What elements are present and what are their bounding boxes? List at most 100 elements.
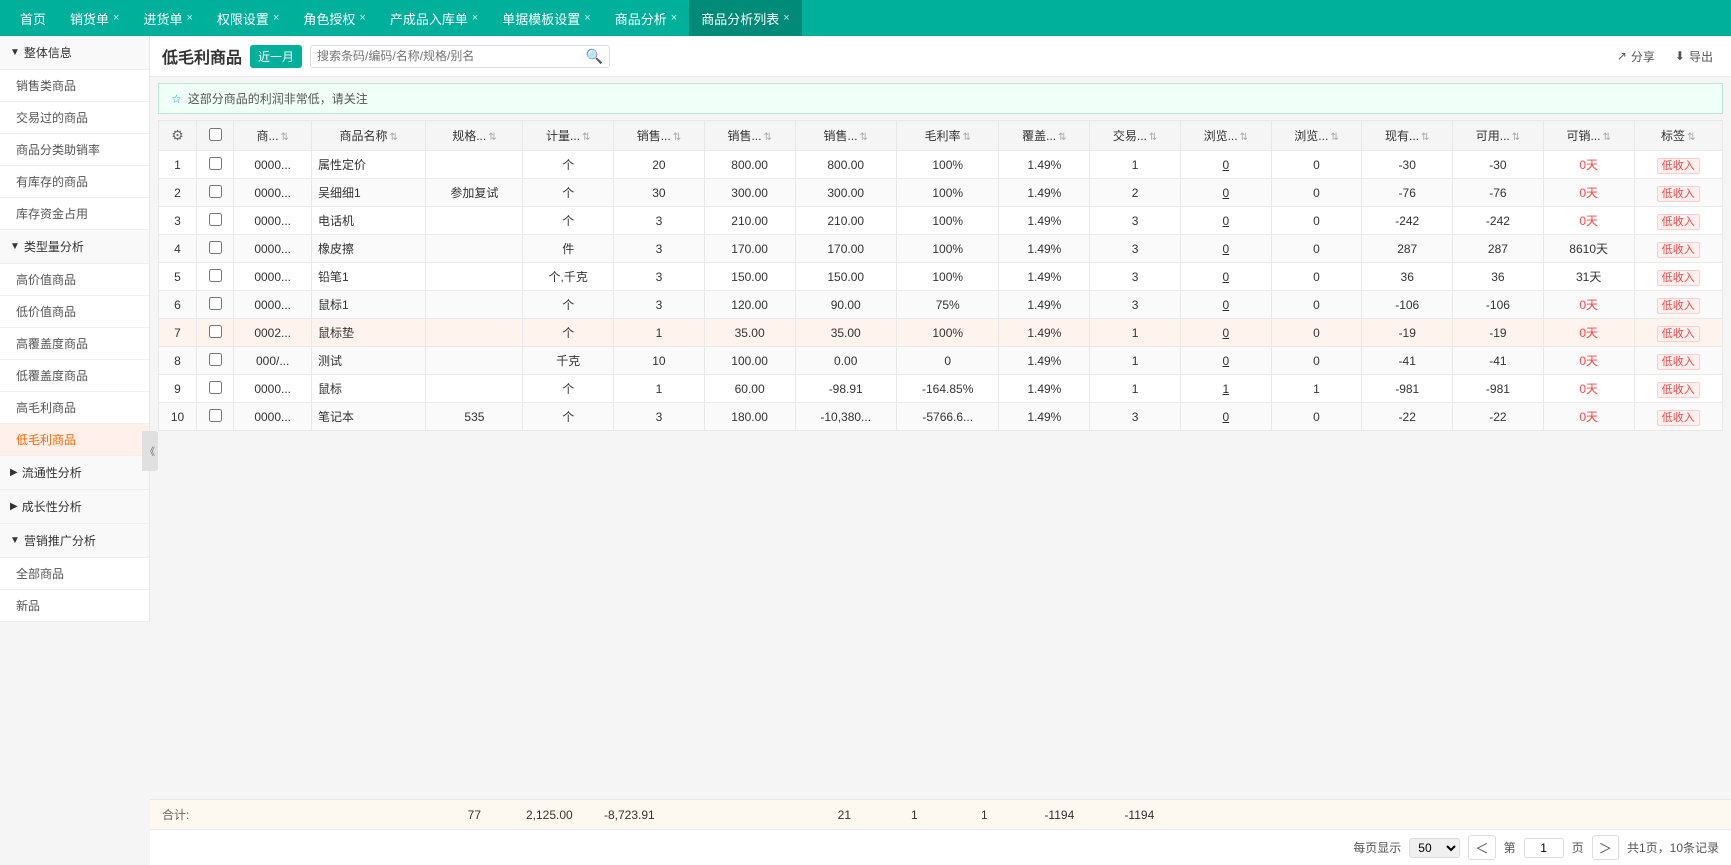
time-filter-button[interactable]: 近一月 (250, 45, 302, 68)
col-current[interactable]: 现有...⇅ (1362, 121, 1453, 151)
sidebar-group-flow[interactable]: ▶ 流通性分析 (0, 456, 149, 490)
cell-checkbox[interactable] (196, 235, 233, 263)
cell-trade: 1 (1090, 375, 1181, 403)
nav-analysis-list[interactable]: 商品分析列表 × (689, 0, 801, 36)
cell-checkbox[interactable] (196, 375, 233, 403)
col-trade[interactable]: 交易...⇅ (1090, 121, 1181, 151)
cell-checkbox[interactable] (196, 151, 233, 179)
row-checkbox[interactable] (209, 353, 222, 366)
col-spec[interactable]: 规格...⇅ (426, 121, 523, 151)
sidebar-group-marketing[interactable]: ▼ 营销推广分析 (0, 524, 149, 558)
search-icon[interactable]: 🔍 (586, 48, 603, 65)
cell-saleable: 8610天 (1543, 235, 1634, 263)
cell-sales-price: 170.00 (704, 235, 795, 263)
cell-browse1[interactable]: 0 (1180, 347, 1271, 375)
col-name[interactable]: 商品名称⇅ (311, 121, 426, 151)
cell-name: 吴细细1 (311, 179, 426, 207)
row-checkbox[interactable] (209, 325, 222, 338)
cell-browse1[interactable]: 0 (1180, 263, 1271, 291)
cell-browse1[interactable]: 0 (1180, 403, 1271, 431)
prev-page-button[interactable]: ＜ (1468, 835, 1495, 860)
col-checkbox[interactable] (196, 121, 233, 151)
cell-checkbox[interactable] (196, 403, 233, 431)
chevron-down-icon2: ▼ (10, 241, 20, 252)
nav-permissions[interactable]: 权限设置 × (205, 0, 291, 36)
select-all-checkbox[interactable] (209, 128, 222, 141)
nav-roles[interactable]: 角色授权 × (291, 0, 377, 36)
page-number-input[interactable] (1524, 838, 1564, 858)
row-checkbox[interactable] (209, 213, 222, 226)
sidebar-group-growth[interactable]: ▶ 成长性分析 (0, 490, 149, 524)
row-checkbox[interactable] (209, 185, 222, 198)
col-unit[interactable]: 计量...⇅ (523, 121, 614, 151)
nav-close-icon4[interactable]: × (359, 12, 365, 24)
sidebar-group-type[interactable]: ▼ 类型量分析 (0, 230, 149, 264)
cell-browse1[interactable]: 0 (1180, 151, 1271, 179)
export-button[interactable]: ⬇ 导出 (1669, 45, 1719, 68)
col-sales-profit[interactable]: 销售...⇅ (795, 121, 896, 151)
cell-checkbox[interactable] (196, 263, 233, 291)
nav-close-icon7[interactable]: × (671, 12, 677, 24)
col-coverage[interactable]: 覆盖...⇅ (999, 121, 1090, 151)
row-checkbox[interactable] (209, 297, 222, 310)
sidebar-item-new-products[interactable]: 新品 (0, 590, 149, 622)
col-saleable[interactable]: 可销...⇅ (1543, 121, 1634, 151)
sidebar-item-low-value[interactable]: 低价值商品 (0, 296, 149, 328)
sidebar-item-traded[interactable]: 交易过的商品 (0, 102, 149, 134)
cell-browse1[interactable]: 0 (1180, 207, 1271, 235)
page-size-select[interactable]: 50 20 100 (1409, 838, 1460, 858)
sidebar-item-category-rate[interactable]: 商品分类助销率 (0, 134, 149, 166)
sidebar-item-high-coverage[interactable]: 高覆盖度商品 (0, 328, 149, 360)
col-tag[interactable]: 标签⇅ (1634, 121, 1722, 151)
share-button[interactable]: ↗ 分享 (1611, 45, 1661, 68)
nav-products[interactable]: 产成品入库单 × (378, 0, 490, 36)
nav-analysis[interactable]: 商品分析 × (603, 0, 689, 36)
search-input[interactable] (317, 49, 586, 63)
row-checkbox[interactable] (209, 241, 222, 254)
sidebar-group-overall[interactable]: ▼ 整体信息 (0, 36, 149, 70)
sidebar-item-capital[interactable]: 库存资金占用 (0, 198, 149, 230)
sidebar-collapse-button[interactable]: 《 (142, 431, 158, 471)
col-browse2[interactable]: 浏览...⇅ (1271, 121, 1362, 151)
nav-close-icon3[interactable]: × (273, 12, 279, 24)
cell-checkbox[interactable] (196, 291, 233, 319)
cell-checkbox[interactable] (196, 179, 233, 207)
sidebar-item-sales-products[interactable]: 销售类商品 (0, 70, 149, 102)
cell-browse1[interactable]: 0 (1180, 179, 1271, 207)
nav-close-icon[interactable]: × (113, 12, 119, 24)
cell-checkbox[interactable] (196, 207, 233, 235)
sidebar-item-low-margin[interactable]: 低毛利商品 (0, 424, 149, 456)
col-browse1[interactable]: 浏览...⇅ (1180, 121, 1271, 151)
sidebar-item-in-stock[interactable]: 有库存的商品 (0, 166, 149, 198)
next-page-button[interactable]: ＞ (1592, 835, 1619, 860)
nav-templates[interactable]: 单据模板设置 × (490, 0, 602, 36)
nav-close-icon6[interactable]: × (584, 12, 590, 24)
nav-close-icon5[interactable]: × (472, 12, 478, 24)
nav-close-icon2[interactable]: × (186, 12, 192, 24)
row-checkbox[interactable] (209, 157, 222, 170)
nav-sales[interactable]: 销货单 × (58, 0, 131, 36)
col-available[interactable]: 可用...⇅ (1453, 121, 1544, 151)
col-sales-qty[interactable]: 销售...⇅ (614, 121, 705, 151)
sidebar-item-low-coverage[interactable]: 低覆盖度商品 (0, 360, 149, 392)
sidebar-item-high-value[interactable]: 高价值商品 (0, 264, 149, 296)
sidebar-item-all-products[interactable]: 全部商品 (0, 558, 149, 590)
cell-browse1[interactable]: 0 (1180, 235, 1271, 263)
cell-checkbox[interactable] (196, 319, 233, 347)
row-checkbox[interactable] (209, 409, 222, 422)
row-checkbox[interactable] (209, 381, 222, 394)
cell-checkbox[interactable] (196, 347, 233, 375)
nav-home[interactable]: 首页 (8, 0, 58, 36)
col-gross-margin[interactable]: 毛利率⇅ (896, 121, 999, 151)
nav-purchase[interactable]: 进货单 × (131, 0, 204, 36)
col-settings[interactable]: ⚙ (159, 121, 197, 151)
cell-browse1[interactable]: 0 (1180, 291, 1271, 319)
col-sales-price[interactable]: 销售...⇅ (704, 121, 795, 151)
cell-browse1[interactable]: 0 (1180, 319, 1271, 347)
nav-close-icon8[interactable]: × (783, 12, 789, 24)
row-checkbox[interactable] (209, 269, 222, 282)
cell-sales-profit: 90.00 (795, 291, 896, 319)
col-code[interactable]: 商...⇅ (234, 121, 312, 151)
sidebar-item-high-margin[interactable]: 高毛利商品 (0, 392, 149, 424)
cell-browse1[interactable]: 1 (1180, 375, 1271, 403)
